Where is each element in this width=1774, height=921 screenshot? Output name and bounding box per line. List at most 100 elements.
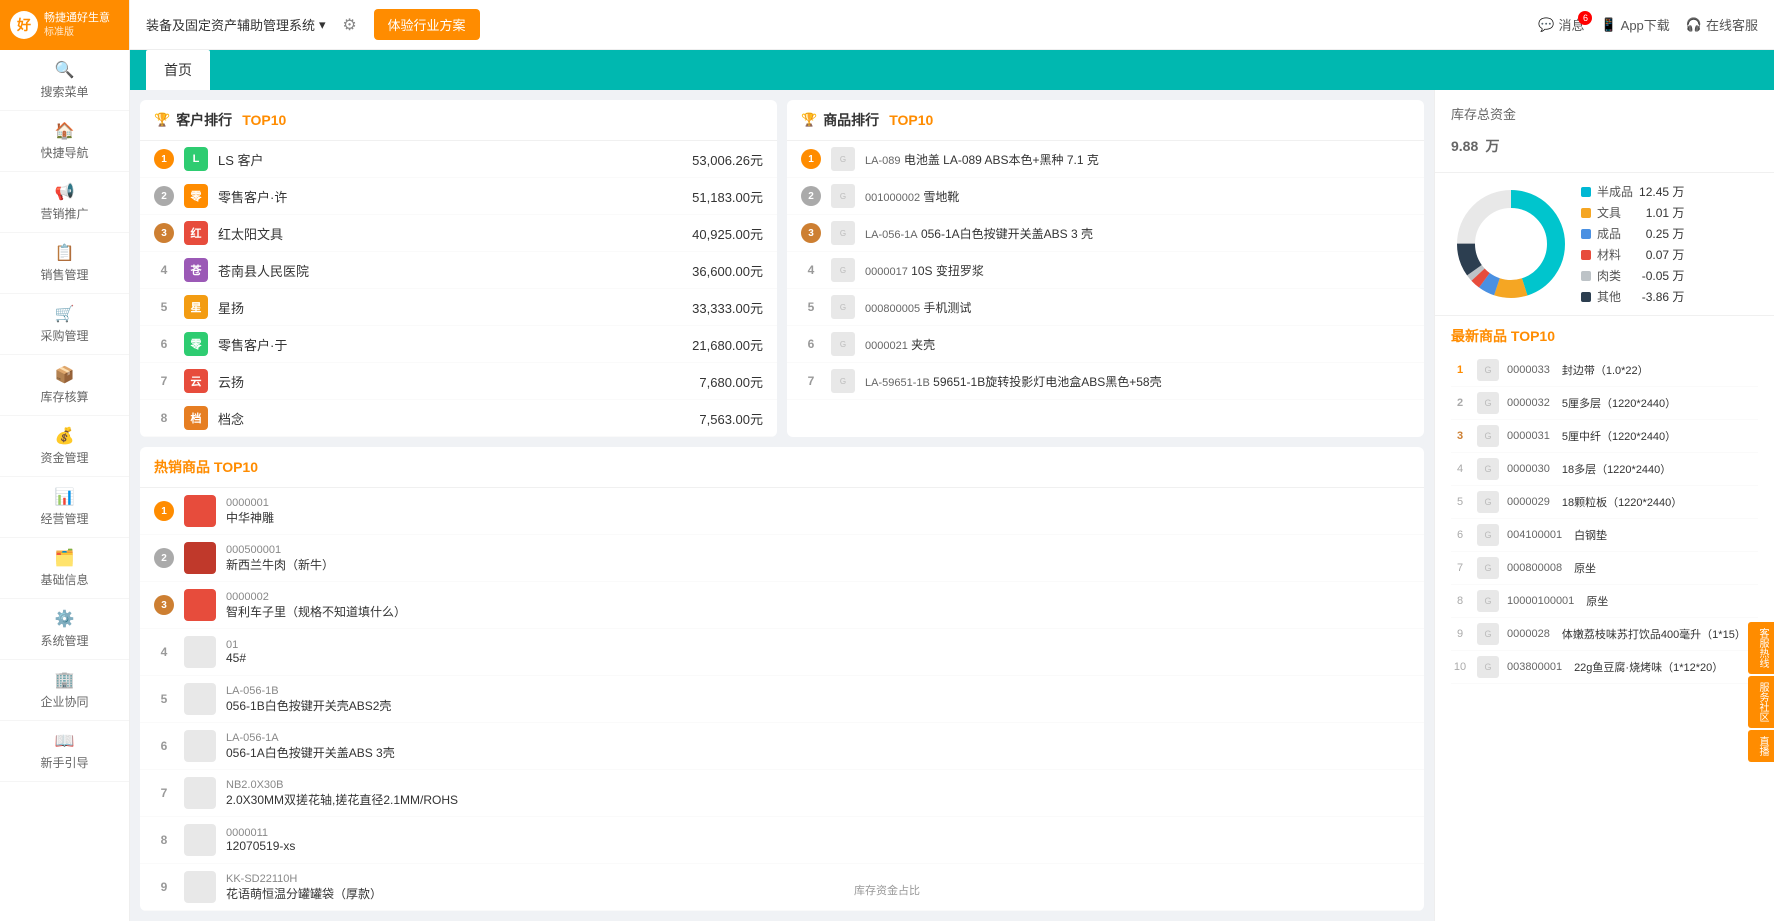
hot-product-row[interactable]: 1 0000001 中华神雕 bbox=[140, 488, 1424, 535]
tabbar: 首页 bbox=[130, 50, 1774, 90]
customer-amount: 7,563.00元 bbox=[699, 409, 763, 428]
product-ranking-top-panel: 🏆 商品排行 TOP10 1 G LA-089 电池盖 LA-089 ABS本色… bbox=[787, 100, 1424, 437]
hot-product-row[interactable]: 8 0000011 12070519-xs bbox=[140, 817, 1424, 864]
newest-product-code: 0000032 bbox=[1507, 397, 1550, 409]
rank-medal-silver: 2 bbox=[801, 186, 821, 206]
sidebar-icon-purchase: 🛒 bbox=[55, 304, 75, 324]
customer-amount: 51,183.00元 bbox=[692, 187, 763, 206]
product-rank-row[interactable]: 3 G LA-056-1A 056-1A白色按键开关盖ABS 3 壳 bbox=[787, 215, 1424, 252]
customer-rank-row[interactable]: 4 苍 苍南县人民医院 36,600.00元 bbox=[140, 252, 777, 289]
customer-avatar: 红 bbox=[184, 221, 208, 245]
app-download-btn[interactable]: 📱 App下载 bbox=[1600, 15, 1669, 34]
system-title: 装备及固定资产辅助管理系统 bbox=[146, 15, 315, 34]
newest-product-row[interactable]: 2 G 0000032 5厘多层（1220*2440） bbox=[1451, 387, 1758, 420]
customer-ranking-title: 客户排行 bbox=[176, 110, 232, 130]
legend-value: -0.05 万 bbox=[1642, 267, 1685, 284]
sidebar-item-system[interactable]: ⚙️系统管理 bbox=[0, 599, 129, 660]
newest-product-name: 18颗粒板（1220*2440） bbox=[1562, 494, 1682, 510]
chart-area: 库存资金占比 半成品 12.45 万 文具 1.01 万 成品 0.25 万 材… bbox=[1435, 173, 1774, 315]
legend-item: 半成品 12.45 万 bbox=[1581, 183, 1684, 200]
customer-rank-row[interactable]: 5 星 星扬 33,333.00元 bbox=[140, 289, 777, 326]
hot-product-info: 0000011 12070519-xs bbox=[226, 827, 1410, 853]
newest-product-row[interactable]: 9 G 0000028 体嫩荔枝味苏打饮品400毫升（1*15） bbox=[1451, 618, 1758, 651]
product-info: 000800005 手机测试 bbox=[865, 299, 1410, 316]
headset-icon: 🎧 bbox=[1686, 17, 1702, 33]
product-rank-row[interactable]: 4 G 0000017 10S 变扭罗浆 bbox=[787, 252, 1424, 289]
customer-rank-row[interactable]: 6 零 零售客户·于 21,680.00元 bbox=[140, 326, 777, 363]
hot-product-row[interactable]: 4 01 45# bbox=[140, 629, 1424, 676]
customer-rank-row[interactable]: 1 L LS 客户 53,006.26元 bbox=[140, 141, 777, 178]
sidebar-item-inventory[interactable]: 📦库存核算 bbox=[0, 355, 129, 416]
newest-product-img: G bbox=[1477, 557, 1499, 579]
product-img: G bbox=[831, 332, 855, 356]
customer-amount: 36,600.00元 bbox=[692, 261, 763, 280]
product-rank-row[interactable]: 6 G 0000021 夹壳 bbox=[787, 326, 1424, 363]
hot-product-row[interactable]: 2 000500001 新西兰牛肉（新牛） bbox=[140, 535, 1424, 582]
sidebar-logo: 好 畅捷通好生意 标准版 bbox=[0, 0, 129, 50]
customer-avatar: 苍 bbox=[184, 258, 208, 282]
sidebar-label-purchase: 采购管理 bbox=[40, 327, 88, 344]
gear-icon[interactable]: ⚙ bbox=[336, 11, 364, 39]
sidebar-item-basic[interactable]: 🗂️ 基础信息 bbox=[0, 538, 129, 599]
customer-rank-row[interactable]: 2 零 零售客户·许 51,183.00元 bbox=[140, 178, 777, 215]
newest-product-row[interactable]: 3 G 0000031 5厘中纤（1220*2440） bbox=[1451, 420, 1758, 453]
newest-product-row[interactable]: 1 G 0000033 封边带（1.0*22） bbox=[1451, 354, 1758, 387]
sidebar-item-enterprise[interactable]: 🏢企业协同 bbox=[0, 660, 129, 721]
sidebar-item-operations[interactable]: 📊经营管理 bbox=[0, 477, 129, 538]
newest-product-code: 0000028 bbox=[1507, 628, 1550, 640]
customer-rank-row[interactable]: 8 档 档念 7,563.00元 bbox=[140, 400, 777, 437]
sidebar-item-finance[interactable]: 💰资金管理 bbox=[0, 416, 129, 477]
newest-product-name: 原坐 bbox=[1574, 560, 1596, 576]
sidebar-icon-basic: 🗂️ bbox=[55, 548, 75, 568]
product-rank-row[interactable]: 7 G LA-59651-1B 59651-1B旋转投影灯电池盒ABS黑色+58… bbox=[787, 363, 1424, 400]
newest-product-row[interactable]: 6 G 004100001 白钢垫 bbox=[1451, 519, 1758, 552]
hot-product-info: LA-056-1B 056-1B白色按键开关壳ABS2壳 bbox=[226, 685, 1410, 714]
hot-product-row[interactable]: 7 NB2.0X30B 2.0X30MM双搓花轴,搓花直径2.1MM/ROHS bbox=[140, 770, 1424, 817]
product-img: G bbox=[831, 295, 855, 319]
float-btn-客服热线[interactable]: 客服热线 bbox=[1748, 622, 1774, 674]
hot-product-row[interactable]: 3 0000002 智利车子里（规格不知道填什么） bbox=[140, 582, 1424, 629]
product-rank-row[interactable]: 2 G 001000002 雪地靴 bbox=[787, 178, 1424, 215]
legend-name: 其他 bbox=[1597, 288, 1636, 305]
inventory-title: 库存总资金 bbox=[1451, 104, 1758, 123]
sidebar-item-marketing[interactable]: 📢营销推广 bbox=[0, 172, 129, 233]
hot-product-row[interactable]: 6 LA-056-1A 056-1A白色按键开关盖ABS 3壳 bbox=[140, 723, 1424, 770]
newest-product-row[interactable]: 10 G 003800001 22g鱼豆腐·烧烤味（1*12*20） bbox=[1451, 651, 1758, 684]
newest-product-row[interactable]: 4 G 0000030 18多层（1220*2440） bbox=[1451, 453, 1758, 486]
newest-rank: 9 bbox=[1451, 628, 1469, 640]
float-btn-服务社区[interactable]: 服务社区 bbox=[1748, 676, 1774, 728]
float-btn-直播[interactable]: 直播 bbox=[1748, 730, 1774, 762]
newest-product-row[interactable]: 5 G 0000029 18颗粒板（1220*2440） bbox=[1451, 486, 1758, 519]
sidebar-item-quick-nav[interactable]: 🏠快捷导航 bbox=[0, 111, 129, 172]
hot-product-row[interactable]: 5 LA-056-1B 056-1B白色按键开关壳ABS2壳 bbox=[140, 676, 1424, 723]
hot-product-row[interactable]: 9 KK-SD22110H 花语萌恒温分罐罐袋（厚款） bbox=[140, 864, 1424, 911]
legend-value: 12.45 万 bbox=[1639, 183, 1684, 200]
system-title-dropdown[interactable]: 装备及固定资产辅助管理系统 ▾ bbox=[146, 15, 326, 34]
legend-value: 0.07 万 bbox=[1646, 246, 1685, 263]
customer-name: 红太阳文具 bbox=[218, 224, 682, 243]
newest-product-name: 体嫩荔枝味苏打饮品400毫升（1*15） bbox=[1562, 626, 1746, 642]
sidebar-item-guide[interactable]: 📖新手引导 bbox=[0, 721, 129, 782]
product-rank-row[interactable]: 1 G LA-089 电池盖 LA-089 ABS本色+黑种 7.1 克 bbox=[787, 141, 1424, 178]
newest-product-row[interactable]: 7 G 000800008 原坐 bbox=[1451, 552, 1758, 585]
customer-rank-row[interactable]: 7 云 云扬 7,680.00元 bbox=[140, 363, 777, 400]
messages-btn[interactable]: 💬 消息 6 bbox=[1538, 15, 1584, 34]
newest-rank: 5 bbox=[1451, 496, 1469, 508]
online-service-btn[interactable]: 🎧 在线客服 bbox=[1686, 15, 1758, 34]
sidebar-item-search[interactable]: 🔍搜索菜单 bbox=[0, 50, 129, 111]
sidebar-label-enterprise: 企业协同 bbox=[40, 693, 88, 710]
product-rank-row[interactable]: 5 G 000800005 手机测试 bbox=[787, 289, 1424, 326]
customer-name: 零售客户·许 bbox=[218, 187, 682, 206]
sidebar-icon-marketing: 📢 bbox=[55, 182, 75, 202]
customer-rank-row[interactable]: 3 红 红太阳文具 40,925.00元 bbox=[140, 215, 777, 252]
sidebar-item-purchase[interactable]: 🛒 采购管理 bbox=[0, 294, 129, 355]
newest-product-row[interactable]: 8 G 10000100001 原坐 bbox=[1451, 585, 1758, 618]
trial-btn[interactable]: 体验行业方案 bbox=[374, 9, 480, 40]
product-img: G bbox=[831, 369, 855, 393]
rank-num: 4 bbox=[801, 263, 821, 277]
newest-rank: 4 bbox=[1451, 463, 1469, 475]
tab-home[interactable]: 首页 bbox=[146, 50, 210, 90]
customer-amount: 21,680.00元 bbox=[692, 335, 763, 354]
sidebar-label-basic: 基础信息 bbox=[40, 571, 88, 588]
sidebar-item-sales[interactable]: 📋销售管理 bbox=[0, 233, 129, 294]
